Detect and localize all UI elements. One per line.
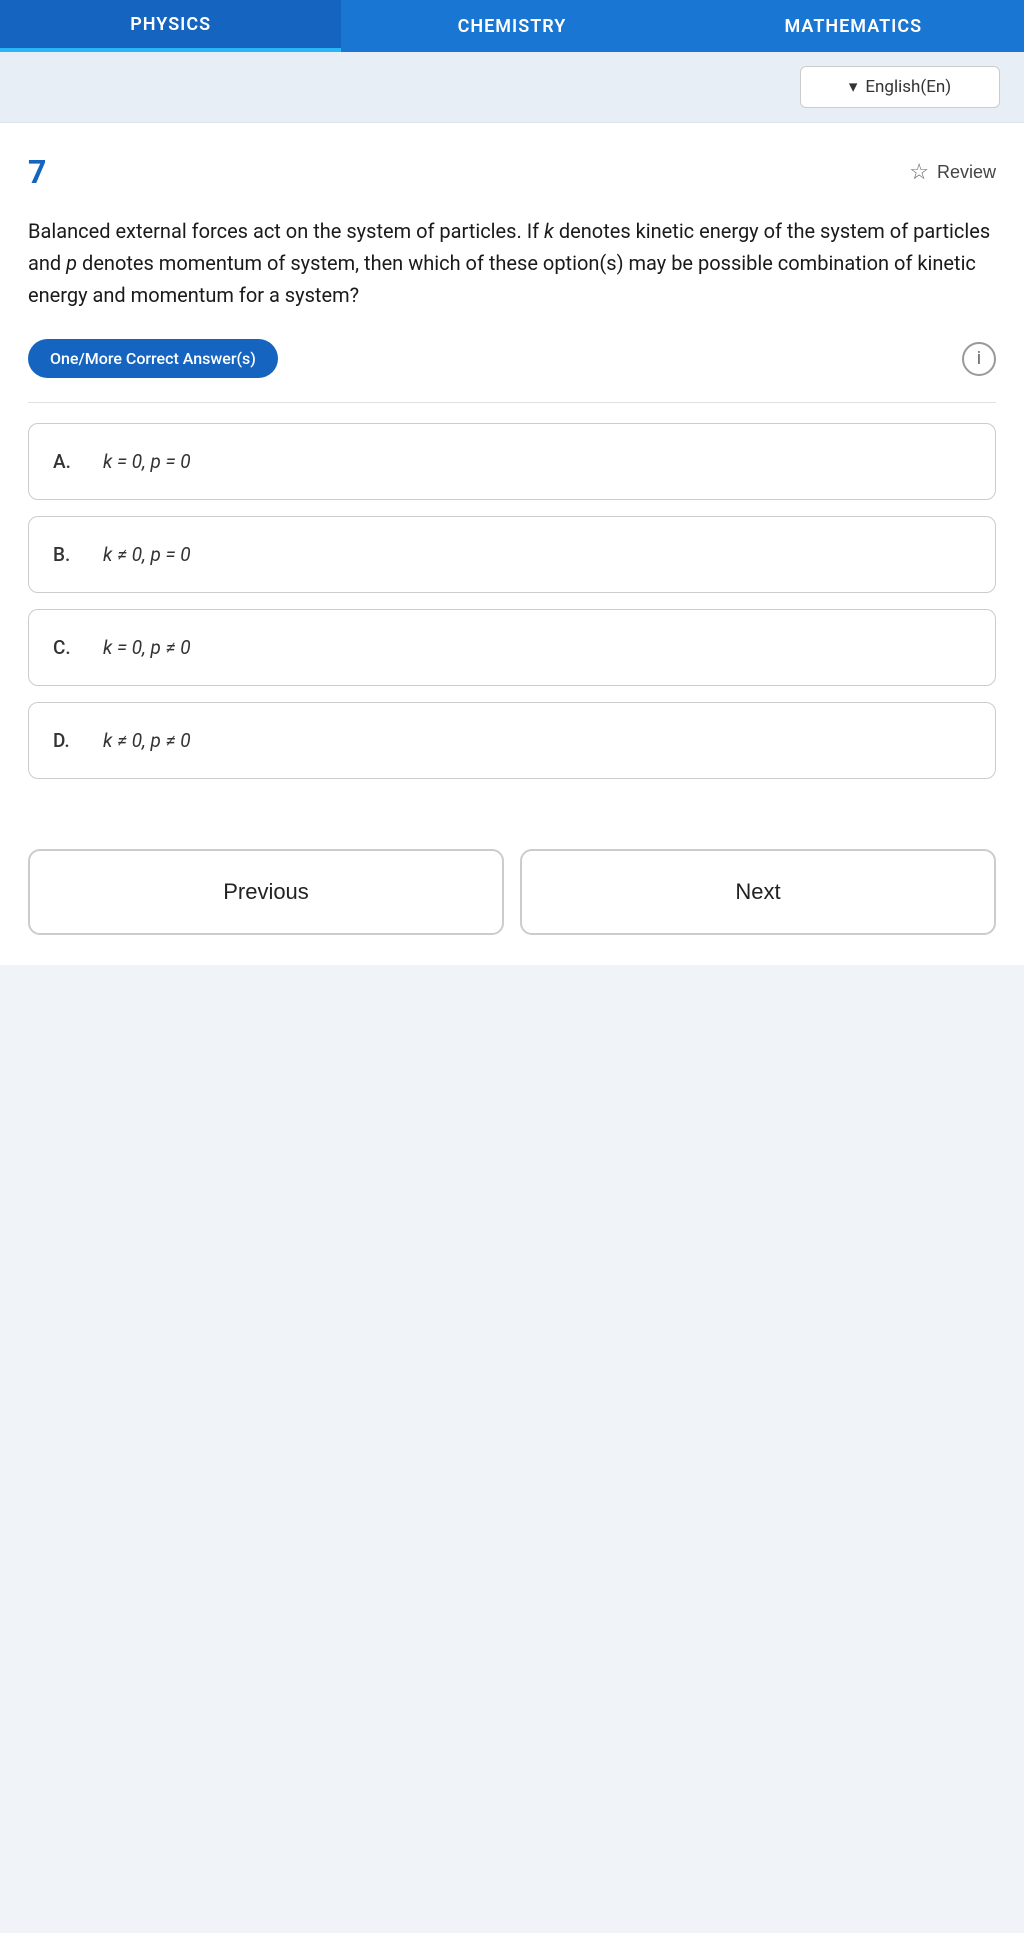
option-b-label: B.: [53, 543, 83, 566]
options-list: A. k = 0, p = 0 B. k ≠ 0, p = 0 C. k = 0…: [28, 423, 996, 779]
language-bar: ▾ English(En): [0, 52, 1024, 123]
language-dropdown[interactable]: ▾ English(En): [800, 66, 1000, 108]
option-d[interactable]: D. k ≠ 0, p ≠ 0: [28, 702, 996, 779]
top-navigation: PHYSICS CHEMISTRY MATHEMATICS: [0, 0, 1024, 52]
language-label: English(En): [865, 77, 951, 97]
tab-chemistry[interactable]: CHEMISTRY: [341, 0, 682, 52]
chevron-down-icon: ▾: [849, 77, 858, 97]
question-container: 7 ☆ Review Balanced external forces act …: [0, 123, 1024, 829]
star-icon: ☆: [909, 159, 929, 185]
review-label: Review: [937, 162, 996, 183]
answer-type-row: One/More Correct Answer(s) i: [28, 339, 996, 378]
tab-mathematics-label: MATHEMATICS: [785, 16, 923, 37]
info-icon[interactable]: i: [962, 342, 996, 376]
question-header: 7 ☆ Review: [28, 153, 996, 191]
option-b[interactable]: B. k ≠ 0, p = 0: [28, 516, 996, 593]
option-a-text: k = 0, p = 0: [103, 450, 191, 473]
option-c-label: C.: [53, 636, 83, 659]
tab-physics[interactable]: PHYSICS: [0, 0, 341, 52]
bottom-navigation: Previous Next: [0, 829, 1024, 965]
option-b-text: k ≠ 0, p = 0: [103, 543, 191, 566]
option-a[interactable]: A. k = 0, p = 0: [28, 423, 996, 500]
divider: [28, 402, 996, 403]
option-d-text: k ≠ 0, p ≠ 0: [103, 729, 191, 752]
option-c-text: k = 0, p ≠ 0: [103, 636, 191, 659]
tab-chemistry-label: CHEMISTRY: [458, 16, 567, 37]
next-button[interactable]: Next: [520, 849, 996, 935]
review-button[interactable]: ☆ Review: [909, 159, 996, 185]
option-d-label: D.: [53, 729, 83, 752]
option-a-label: A.: [53, 450, 83, 473]
tab-physics-label: PHYSICS: [130, 14, 211, 35]
answer-type-badge: One/More Correct Answer(s): [28, 339, 278, 378]
tab-mathematics[interactable]: MATHEMATICS: [683, 0, 1024, 52]
option-c[interactable]: C. k = 0, p ≠ 0: [28, 609, 996, 686]
question-number: 7: [28, 153, 46, 191]
previous-button[interactable]: Previous: [28, 849, 504, 935]
question-text: Balanced external forces act on the syst…: [28, 215, 996, 311]
